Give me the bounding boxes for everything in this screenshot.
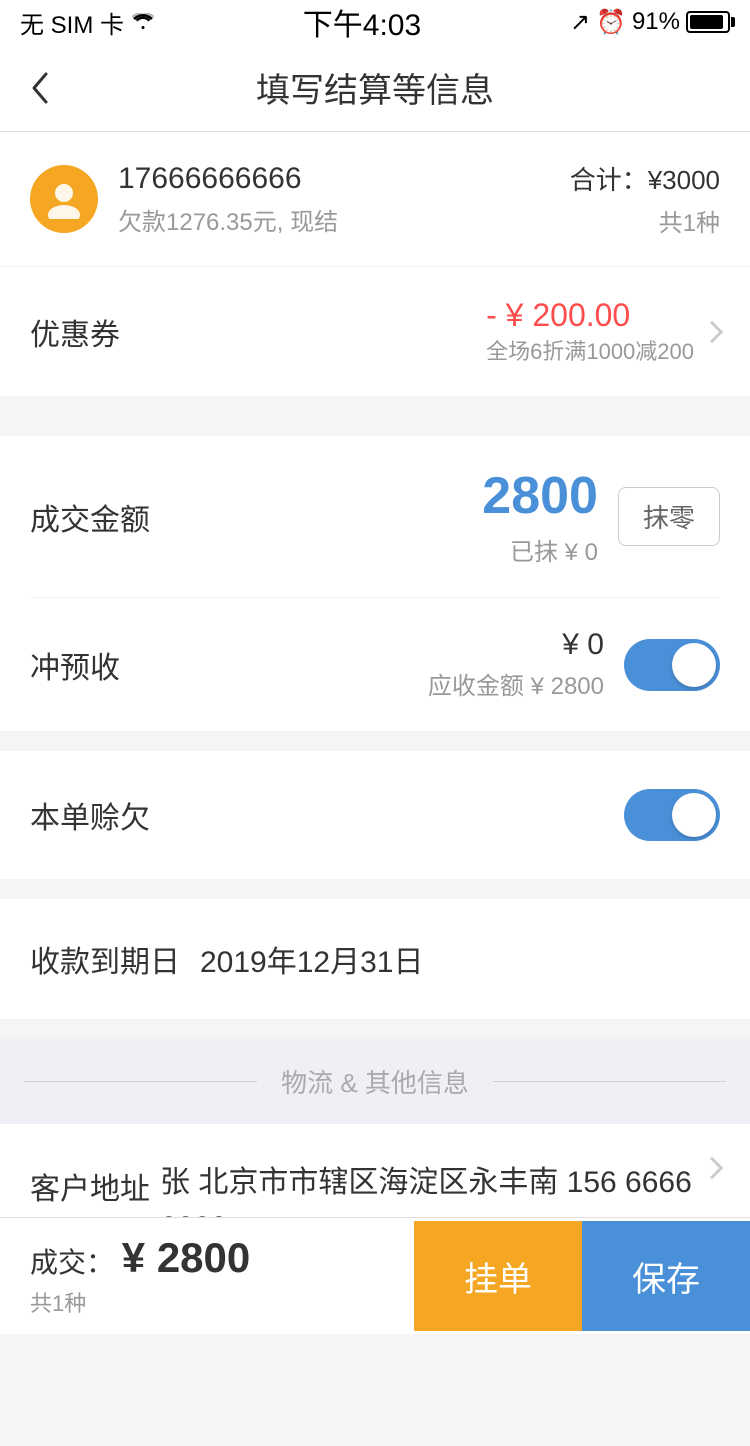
- transaction-label: 成交金额: [30, 495, 150, 539]
- coupon-right: - ¥ 200.00 全场6折满1000减200: [486, 297, 720, 366]
- battery-label: 91%: [632, 8, 680, 36]
- customer-info: 17666666666 欠款1276.35元, 现结: [118, 162, 338, 237]
- coupon-label: 优惠券: [30, 310, 120, 354]
- transaction-right: 2800 已抹 ¥ 0 抹零: [482, 466, 720, 567]
- pre-receive-toggle[interactable]: [624, 639, 720, 691]
- coupon-desc: 全场6折满1000减200: [486, 334, 694, 366]
- nav-bar: 填写结算等信息: [0, 44, 750, 132]
- status-bar: 无 SIM 卡 下午4:03 ↗ ⏰ 91%: [0, 0, 750, 44]
- debt-section: 本单赊欠: [0, 751, 750, 879]
- customer-left: 17666666666 欠款1276.35元, 现结: [30, 162, 338, 237]
- logistics-line-left: [24, 1081, 257, 1082]
- debt-label: 本单赊欠: [30, 793, 150, 837]
- pre-receive-amount-wrap: ¥ 0 应收金额 ¥ 2800: [428, 628, 604, 701]
- status-left: 无 SIM 卡: [20, 5, 154, 40]
- logistics-line-right: [493, 1081, 726, 1082]
- pre-receive-label: 冲预收: [30, 643, 120, 687]
- debt-toggle[interactable]: [624, 789, 720, 841]
- summary-amount: ¥ 2800: [122, 1234, 250, 1281]
- due-date-section: 收款到期日 2019年12月31日: [0, 899, 750, 1019]
- transaction-sub: 已抹 ¥ 0: [482, 532, 598, 567]
- coupon-row[interactable]: 优惠券 - ¥ 200.00 全场6折满1000减200: [0, 266, 750, 396]
- transaction-value: 2800: [482, 466, 598, 526]
- wifi-icon: [132, 8, 154, 36]
- page-title: 填写结算等信息: [256, 63, 494, 112]
- separator-4: [0, 1019, 750, 1039]
- bottom-summary-top: 成交： ¥ 2800: [30, 1234, 384, 1282]
- hold-order-button[interactable]: 挂单: [414, 1221, 582, 1331]
- separator-3: [0, 879, 750, 899]
- save-button[interactable]: 保存: [582, 1221, 750, 1331]
- back-button[interactable]: [28, 68, 52, 108]
- debt-row: 本单赊欠: [30, 751, 720, 879]
- amount-section: 成交金额 2800 已抹 ¥ 0 抹零 冲预收 ¥ 0 应收金额 ¥ 2800: [0, 436, 750, 731]
- transaction-value-wrap: 2800 已抹 ¥ 0: [482, 466, 598, 567]
- customer-debt: 欠款1276.35元, 现结: [118, 202, 338, 237]
- address-chevron-icon: [701, 1157, 724, 1180]
- logistics-section-header: 物流 & 其他信息: [0, 1039, 750, 1124]
- no-sim-label: 无 SIM 卡: [20, 5, 124, 40]
- round-zero-button[interactable]: 抹零: [618, 487, 720, 546]
- bottom-summary: 成交： ¥ 2800 共1种: [0, 1218, 414, 1334]
- total-label: 合计：¥3000: [570, 160, 720, 197]
- customer-row: 17666666666 欠款1276.35元, 现结 合计：¥3000 共1种: [0, 132, 750, 266]
- coupon-info: - ¥ 200.00 全场6折满1000减200: [486, 297, 694, 366]
- customer-right: 合计：¥3000 共1种: [570, 160, 720, 238]
- avatar: [30, 165, 98, 233]
- separator-1: [0, 416, 750, 436]
- coupon-discount: - ¥ 200.00: [486, 297, 694, 334]
- location-icon: ↗: [570, 8, 590, 37]
- summary-count: 共1种: [30, 1286, 384, 1318]
- due-date-label: 收款到期日: [30, 937, 180, 981]
- pre-receive-right: ¥ 0 应收金额 ¥ 2800: [428, 628, 720, 701]
- due-date-row: 收款到期日 2019年12月31日: [30, 899, 720, 1019]
- total-count: 共1种: [570, 203, 720, 238]
- transaction-amount-row: 成交金额 2800 已抹 ¥ 0 抹零: [30, 436, 720, 598]
- battery-icon: [686, 11, 730, 33]
- customer-section: 17666666666 欠款1276.35元, 现结 合计：¥3000 共1种 …: [0, 132, 750, 396]
- pre-receive-sub: 应收金额 ¥ 2800: [428, 666, 604, 701]
- due-date-value: 2019年12月31日: [200, 937, 423, 981]
- alarm-icon: ⏰: [596, 8, 626, 37]
- separator-2: [0, 731, 750, 751]
- status-time: 下午4:03: [303, 0, 421, 44]
- address-label: 客户地址: [30, 1164, 160, 1208]
- pre-receive-row: 冲预收 ¥ 0 应收金额 ¥ 2800: [30, 598, 720, 731]
- summary-label: 成交：: [30, 1247, 114, 1278]
- pre-receive-value: ¥ 0: [428, 628, 604, 662]
- logistics-text: 物流 & 其他信息: [281, 1063, 469, 1100]
- bottom-bar: 成交： ¥ 2800 共1种 挂单 保存: [0, 1217, 750, 1334]
- chevron-right-icon: [701, 320, 724, 343]
- customer-phone: 17666666666: [118, 162, 338, 196]
- status-right: ↗ ⏰ 91%: [570, 8, 730, 37]
